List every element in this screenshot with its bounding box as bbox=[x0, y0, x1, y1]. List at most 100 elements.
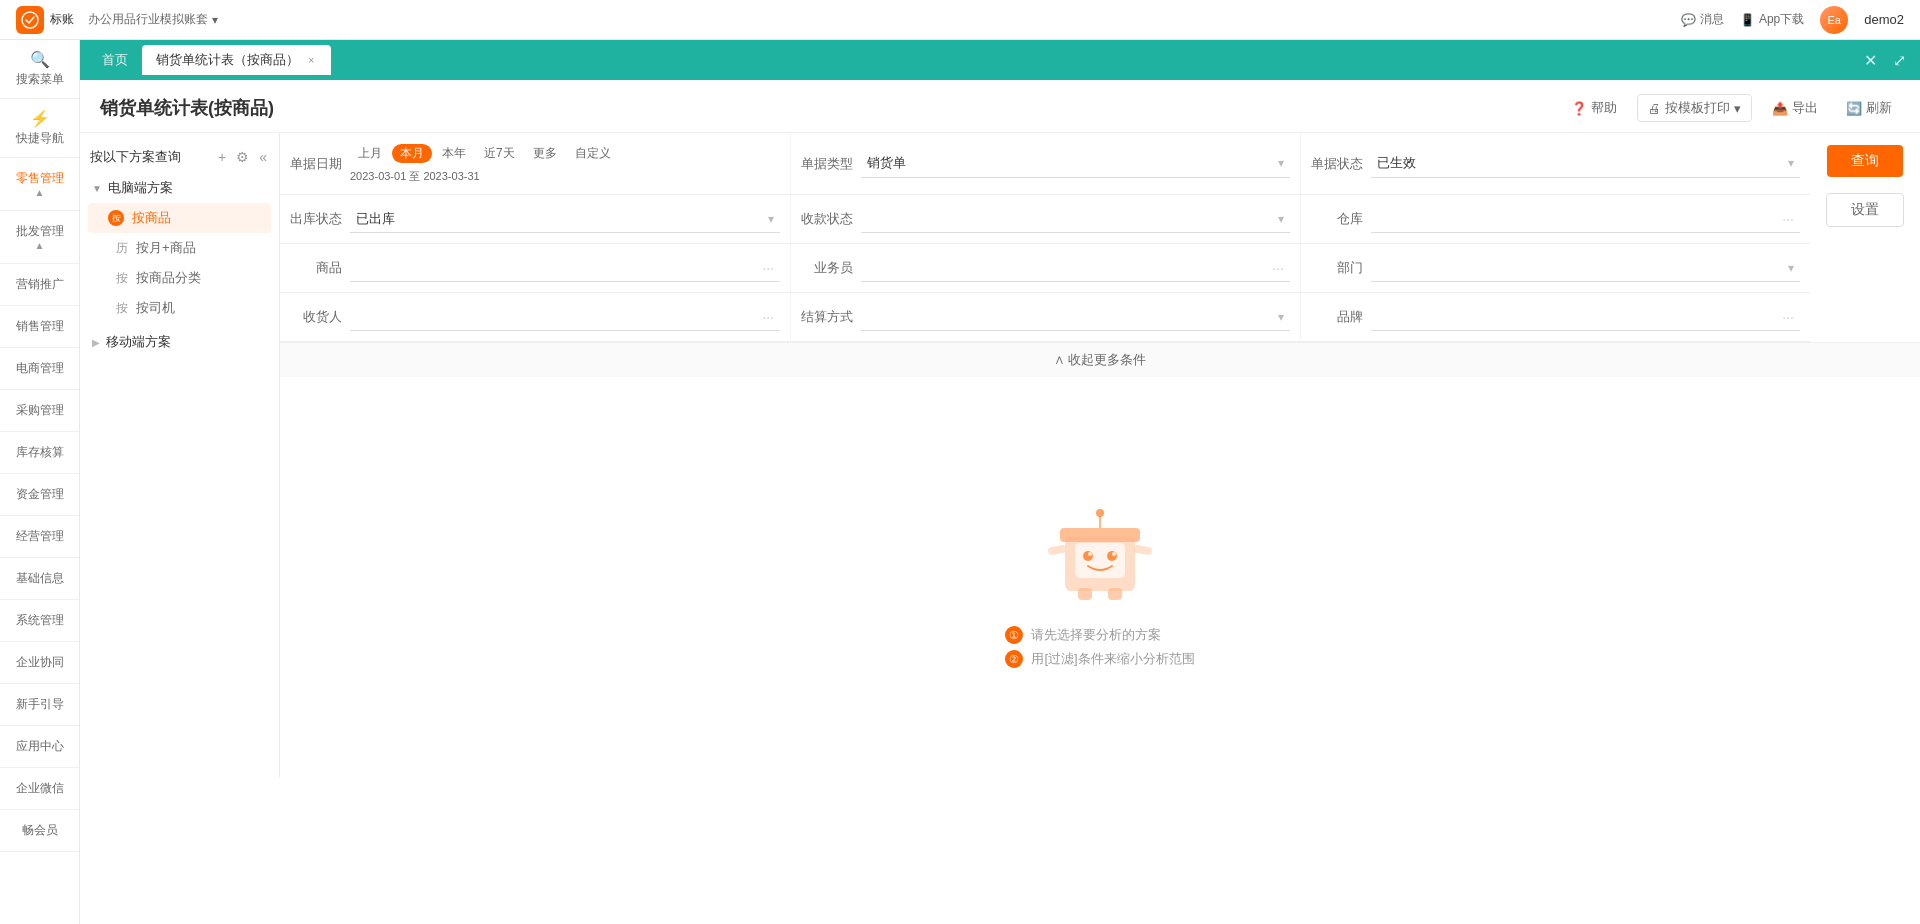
date-btn-last-month[interactable]: 上月 bbox=[350, 143, 390, 164]
workspace-label: 办公用品行业模拟账套 bbox=[88, 11, 208, 28]
panel-collapse-icon[interactable]: « bbox=[257, 147, 269, 167]
query-button[interactable]: 查询 bbox=[1827, 145, 1903, 177]
sidebar-item-vip[interactable]: 畅会员 bbox=[0, 810, 79, 852]
sidebar-item-corp-wechat[interactable]: 企业微信 bbox=[0, 768, 79, 810]
date-btn-this-year[interactable]: 本年 bbox=[434, 143, 474, 164]
filter-cell-payment-method: 结算方式 ▾ bbox=[790, 293, 1300, 341]
warehouse-ellipsis-icon[interactable]: ··· bbox=[1782, 211, 1794, 227]
sidebar-item-wholesale[interactable]: 批发管理 ▲ bbox=[0, 211, 79, 264]
date-range-display: 2023-03-01 至 2023-03-31 bbox=[350, 168, 780, 184]
sidebar-search-menu[interactable]: 🔍 搜索菜单 bbox=[0, 40, 79, 99]
panel-add-icon[interactable]: + bbox=[216, 147, 228, 167]
sidebar-quick-nav[interactable]: ⚡ 快捷导航 bbox=[0, 99, 79, 158]
svg-point-0 bbox=[22, 12, 38, 28]
warehouse-out-input[interactable]: 已出库 ▾ bbox=[350, 205, 780, 233]
recipient-input[interactable]: ··· bbox=[350, 303, 780, 331]
sidebar-item-operations[interactable]: 经营管理 bbox=[0, 516, 79, 558]
tab-home[interactable]: 首页 bbox=[88, 45, 142, 75]
date-btn-this-month[interactable]: 本月 bbox=[392, 144, 432, 163]
status-input[interactable]: 已生效 ▾ bbox=[1371, 150, 1800, 178]
sidebar-item-sales[interactable]: 销售管理 bbox=[0, 306, 79, 348]
scheme-icon-by-goods: 按 bbox=[108, 210, 124, 226]
scheme-label-by-goods-category: 按商品分类 bbox=[136, 269, 201, 287]
desktop-scheme-group: ▼ 电脑端方案 按 按商品 历 按月+商品 按 bbox=[80, 173, 279, 323]
sidebar-item-retail[interactable]: 零售管理 ▲ bbox=[0, 158, 79, 211]
sidebar-item-marketing[interactable]: 营销推广 bbox=[0, 264, 79, 306]
scheme-label-by-month-goods: 按月+商品 bbox=[136, 239, 196, 257]
payment-method-input[interactable]: ▾ bbox=[861, 303, 1290, 331]
brand-input[interactable]: ··· bbox=[1371, 303, 1800, 331]
date-btn-more[interactable]: 更多 bbox=[525, 143, 565, 164]
inventory-label: 库存核算 bbox=[16, 445, 64, 459]
workspace-selector[interactable]: 办公用品行业模拟账套 ▾ bbox=[82, 9, 224, 30]
retail-arrow-icon: ▲ bbox=[35, 187, 45, 198]
panel-actions: + ⚙ « bbox=[216, 147, 269, 167]
scheme-item-by-goods[interactable]: 按 按商品 bbox=[88, 203, 271, 233]
page-content: 销货单统计表(按商品) ❓ 帮助 🖨 按模板打印 ▾ 📤 导出 bbox=[80, 80, 1920, 924]
staff-input[interactable]: ··· bbox=[861, 254, 1290, 282]
user-avatar[interactable]: Ea bbox=[1820, 6, 1848, 34]
filter-cell-payment: 收款状态 ▾ bbox=[790, 195, 1300, 243]
sidebar-item-basic[interactable]: 基础信息 bbox=[0, 558, 79, 600]
ecommerce-label: 电商管理 bbox=[16, 361, 64, 375]
svg-point-7 bbox=[1112, 552, 1116, 556]
mobile-group-title[interactable]: ▶ 移动端方案 bbox=[88, 327, 271, 357]
main-layout: 🔍 搜索菜单 ⚡ 快捷导航 零售管理 ▲ 批发管理 ▲ 营销推广 销售管理 电商… bbox=[0, 40, 1920, 924]
type-input[interactable]: 销货单 ▾ bbox=[861, 150, 1290, 178]
tab-expand-btn[interactable]: ⤢ bbox=[1887, 47, 1912, 74]
sidebar-item-system[interactable]: 系统管理 bbox=[0, 600, 79, 642]
filter-rows-area: 单据日期 上月 本月 本年 近7天 更多 自定义 bbox=[280, 133, 1920, 342]
warehouse-input[interactable]: ··· bbox=[1371, 205, 1800, 233]
message-label: 消息 bbox=[1700, 11, 1724, 28]
recipient-ellipsis-icon[interactable]: ··· bbox=[762, 309, 774, 325]
tab-close-window-btn[interactable]: ✕ bbox=[1858, 47, 1883, 74]
settings-button[interactable]: 设置 bbox=[1826, 193, 1904, 227]
dept-label: 部门 bbox=[1311, 259, 1371, 277]
panel-settings-icon[interactable]: ⚙ bbox=[234, 147, 251, 167]
scheme-item-by-month-goods[interactable]: 历 按月+商品 bbox=[88, 233, 271, 263]
scheme-item-by-goods-category[interactable]: 按 按商品分类 bbox=[88, 263, 271, 293]
sidebar-item-guide[interactable]: 新手引导 bbox=[0, 684, 79, 726]
top-header: 标账 办公用品行业模拟账套 ▾ 💬 消息 📱 App下载 Ea demo2 bbox=[0, 0, 1920, 40]
svg-rect-13 bbox=[1108, 588, 1122, 600]
type-value: 销货单 bbox=[867, 154, 906, 172]
svg-point-9 bbox=[1096, 509, 1104, 517]
sidebar-item-enterprise[interactable]: 企业协同 bbox=[0, 642, 79, 684]
tab-close-icon[interactable]: × bbox=[305, 53, 317, 67]
panel-header-label: 按以下方案查询 bbox=[90, 148, 181, 166]
help-btn[interactable]: ❓ 帮助 bbox=[1563, 95, 1625, 121]
sidebar-item-ecommerce[interactable]: 电商管理 bbox=[0, 348, 79, 390]
date-btn-custom[interactable]: 自定义 bbox=[567, 143, 619, 164]
desktop-group-title[interactable]: ▼ 电脑端方案 bbox=[88, 173, 271, 203]
message-action[interactable]: 💬 消息 bbox=[1681, 11, 1724, 28]
sidebar-item-purchase[interactable]: 采购管理 bbox=[0, 390, 79, 432]
payment-input[interactable]: ▾ bbox=[861, 205, 1290, 233]
brand-ellipsis-icon[interactable]: ··· bbox=[1782, 309, 1794, 325]
sidebar-item-app-center[interactable]: 应用中心 bbox=[0, 726, 79, 768]
brand-label: 品牌 bbox=[1311, 308, 1371, 326]
tip2-text: 用[过滤]条件来缩小分析范围 bbox=[1031, 650, 1194, 668]
sales-label: 销售管理 bbox=[16, 319, 64, 333]
empty-tip-2: ② 用[过滤]条件来缩小分析范围 bbox=[1005, 650, 1194, 668]
collapse-bar[interactable]: ∧ 收起更多条件 bbox=[280, 342, 1920, 377]
date-btn-7days[interactable]: 近7天 bbox=[476, 143, 523, 164]
empty-tip-1: ① 请先选择要分析的方案 bbox=[1005, 626, 1161, 644]
goods-input[interactable]: ··· bbox=[350, 254, 780, 282]
staff-ellipsis-icon[interactable]: ··· bbox=[1272, 260, 1284, 276]
scheme-item-by-cashier[interactable]: 按 按司机 bbox=[88, 293, 271, 323]
sidebar-item-finance[interactable]: 资金管理 bbox=[0, 474, 79, 516]
svg-rect-10 bbox=[1047, 544, 1066, 555]
tab-sales-stats[interactable]: 销货单统计表（按商品） × bbox=[142, 45, 331, 75]
goods-ellipsis-icon[interactable]: ··· bbox=[762, 260, 774, 276]
print-btn[interactable]: 🖨 按模板打印 ▾ bbox=[1637, 94, 1752, 122]
sidebar-item-inventory[interactable]: 库存核算 bbox=[0, 432, 79, 474]
svg-rect-12 bbox=[1078, 588, 1092, 600]
refresh-btn[interactable]: 🔄 刷新 bbox=[1838, 95, 1900, 121]
app-download-action[interactable]: 📱 App下载 bbox=[1740, 11, 1804, 28]
status-label: 单据状态 bbox=[1311, 155, 1371, 173]
quick-nav-label: 快捷导航 bbox=[16, 131, 64, 145]
export-btn[interactable]: 📤 导出 bbox=[1764, 95, 1826, 121]
dept-input[interactable]: ▾ bbox=[1371, 254, 1800, 282]
logo-text: 标账 bbox=[50, 11, 74, 28]
filter-cell-warehouse: 仓库 ··· bbox=[1300, 195, 1810, 243]
